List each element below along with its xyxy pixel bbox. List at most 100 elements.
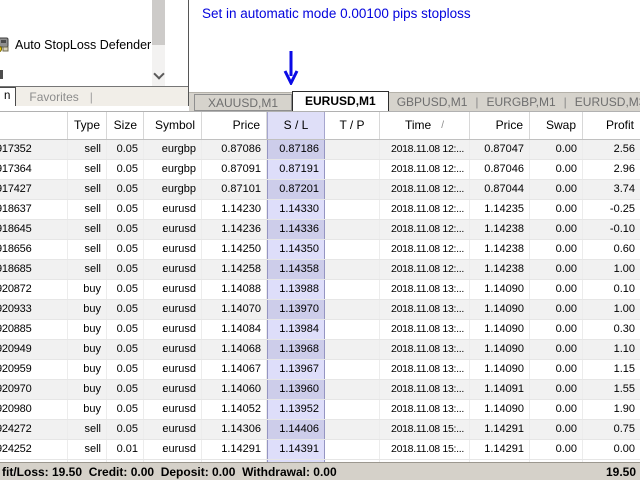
size-cell: 0.05 — [107, 420, 144, 439]
symbol-cell: eurusd — [144, 280, 202, 299]
expert-advisor-icon — [0, 37, 11, 53]
navigator-item-auto-stoploss-defender[interactable]: Auto StopLoss Defender — [0, 36, 151, 54]
symbol-cell: eurusd — [144, 420, 202, 439]
order-cell: 924272 — [0, 420, 68, 439]
column-header-price[interactable]: Price — [470, 112, 530, 139]
price-cell: 1.14068 — [202, 340, 267, 359]
order-row[interactable]: 920933buy0.05eurusd1.140701.13970 2018.11… — [0, 300, 640, 320]
order-row[interactable]: 918685sell0.05eurusd1.142581.14358 2018.1… — [0, 260, 640, 280]
time-cell: 2018.11.08 12:... — [380, 200, 470, 219]
order-row[interactable]: 917427sell0.05eurgbp0.871010.87201 2018.1… — [0, 180, 640, 200]
sl-cell: 1.14406 — [267, 420, 325, 439]
profit-cell: 1.15 — [613, 363, 635, 375]
tp-cell — [325, 340, 380, 359]
type-cell: sell — [68, 260, 107, 279]
price-cell: 0.87086 — [202, 140, 267, 159]
current-price-cell: 0.87046 — [470, 160, 530, 179]
column-header-swap[interactable]: Swap — [530, 112, 583, 139]
symbol-cell: eurgbp — [144, 160, 202, 179]
swap-cell: 0.00 — [530, 400, 583, 419]
column-header-type[interactable]: Type — [68, 112, 107, 139]
order-row[interactable]: 920949buy0.05eurusd1.140681.13968 2018.11… — [0, 340, 640, 360]
swap-cell: 0.00 — [530, 360, 583, 379]
profit-cell: 2.56 — [613, 143, 635, 155]
navigator-tab-n[interactable]: n — [0, 87, 17, 106]
price-cell: 1.14236 — [202, 220, 267, 239]
chart-tab-eurgbp-m1[interactable]: EURGBP,M1 — [479, 93, 564, 111]
price-cell: 1.14052 — [202, 400, 267, 419]
order-row[interactable]: 920980buy0.05eurusd1.140521.13952 2018.11… — [0, 400, 640, 420]
down-arrow-icon — [283, 51, 299, 85]
chart-tab-eurusd-m30[interactable]: EURUSD,M30 — [567, 93, 640, 111]
order-row[interactable]: 918656sell0.05eurusd1.142501.14350 2018.1… — [0, 240, 640, 260]
profit-cell: 1.10 — [613, 343, 635, 355]
swap-cell: 0.00 — [530, 220, 583, 239]
navigator-tabbar: n Favorites | — [0, 86, 188, 106]
sl-cell: 1.14350 — [267, 240, 325, 259]
type-cell: sell — [68, 220, 107, 239]
swap-cell: 0.00 — [530, 320, 583, 339]
current-price-cell: 1.14291 — [470, 420, 530, 439]
symbol-cell: eurusd — [144, 440, 202, 459]
current-price-cell: 1.14090 — [470, 340, 530, 359]
price-cell: 1.14084 — [202, 320, 267, 339]
navigator-tab-favorites[interactable]: Favorites — [29, 90, 78, 104]
sl-cell: 0.87201 — [267, 180, 325, 199]
sl-cell: 1.13988 — [267, 280, 325, 299]
order-row[interactable]: 924272sell0.05eurusd1.143061.14406 2018.1… — [0, 420, 640, 440]
column-header-price[interactable]: Price — [202, 112, 267, 139]
swap-cell: 0.00 — [530, 340, 583, 359]
price-cell: 1.14060 — [202, 380, 267, 399]
sl-cell: 1.14336 — [267, 220, 325, 239]
order-row[interactable]: 920970buy0.05eurusd1.140601.13960 2018.11… — [0, 380, 640, 400]
column-header-profit[interactable]: Profit — [583, 112, 640, 139]
price-cell: 1.14291 — [202, 440, 267, 459]
scrollbar-thumb[interactable] — [152, 0, 165, 45]
sl-cell: 0.87191 — [267, 160, 325, 179]
sl-cell: 1.14358 — [267, 260, 325, 279]
price-cell: 1.14250 — [202, 240, 267, 259]
column-header-s-l[interactable]: S / L — [267, 112, 325, 139]
column-header-time[interactable]: Time / — [380, 112, 470, 139]
scroll-down-icon[interactable] — [153, 68, 165, 80]
current-price-cell: 1.14238 — [470, 220, 530, 239]
size-cell: 0.05 — [107, 380, 144, 399]
size-cell: 0.05 — [107, 260, 144, 279]
price-cell: 0.87101 — [202, 180, 267, 199]
order-row[interactable]: 917364sell0.05eurgbp0.870910.87191 2018.1… — [0, 160, 640, 180]
column-header-order[interactable] — [0, 112, 68, 139]
order-cell: 918645 — [0, 220, 68, 239]
order-row[interactable]: 924252sell0.01eurusd1.142911.143912018.1… — [0, 440, 640, 460]
order-row[interactable]: 918637sell0.05eurusd1.142301.14330 2018.1… — [0, 200, 640, 220]
time-cell: 2018.11.08 15:... — [380, 440, 470, 459]
tp-cell — [325, 300, 380, 319]
profit-cell: -0.10 — [609, 223, 635, 235]
swap-cell: 0.00 — [530, 260, 583, 279]
sl-cell: 1.14330 — [267, 200, 325, 219]
column-header-size[interactable]: Size — [107, 112, 144, 139]
swap-cell: 0.00 — [530, 380, 583, 399]
order-row[interactable]: 918645sell0.05eurusd1.142361.14336 2018.1… — [0, 220, 640, 240]
swap-cell: 0.00 — [530, 440, 583, 459]
chart-tab-eurusd-m1[interactable]: EURUSD,M1 — [292, 91, 389, 112]
order-cell: 920959 — [0, 360, 68, 379]
order-row[interactable]: 920885buy0.05eurusd1.140841.13984 2018.11… — [0, 320, 640, 340]
order-row[interactable]: 920959buy0.05eurusd1.140671.13967 2018.11… — [0, 360, 640, 380]
column-header-t-p[interactable]: T / P — [325, 112, 380, 139]
chart-tab-gbpusd-m1[interactable]: GBPUSD,M1 — [389, 93, 476, 111]
profit-cell: 0.10 — [613, 283, 635, 295]
symbol-cell: eurusd — [144, 320, 202, 339]
order-row[interactable]: 920872buy0.05eurusd1.140881.13988 2018.11… — [0, 280, 640, 300]
symbol-cell: eurusd — [144, 340, 202, 359]
sort-ascending-icon: / — [441, 120, 444, 131]
total-profit: 19.50 — [605, 464, 636, 479]
type-cell: sell — [68, 140, 107, 159]
chart-tab-xauusd-m1[interactable]: XAUUSD,M1 — [194, 94, 293, 111]
size-cell: 0.05 — [107, 220, 144, 239]
order-cell: 917364 — [0, 160, 68, 179]
price-cell: 1.14306 — [202, 420, 267, 439]
order-row[interactable]: 917352sell0.05eurgbp0.870860.87186 2018.1… — [0, 140, 640, 160]
navigator-scrollbar[interactable] — [152, 0, 165, 86]
order-cell: 920980 — [0, 400, 68, 419]
column-header-symbol[interactable]: Symbol — [144, 112, 202, 139]
